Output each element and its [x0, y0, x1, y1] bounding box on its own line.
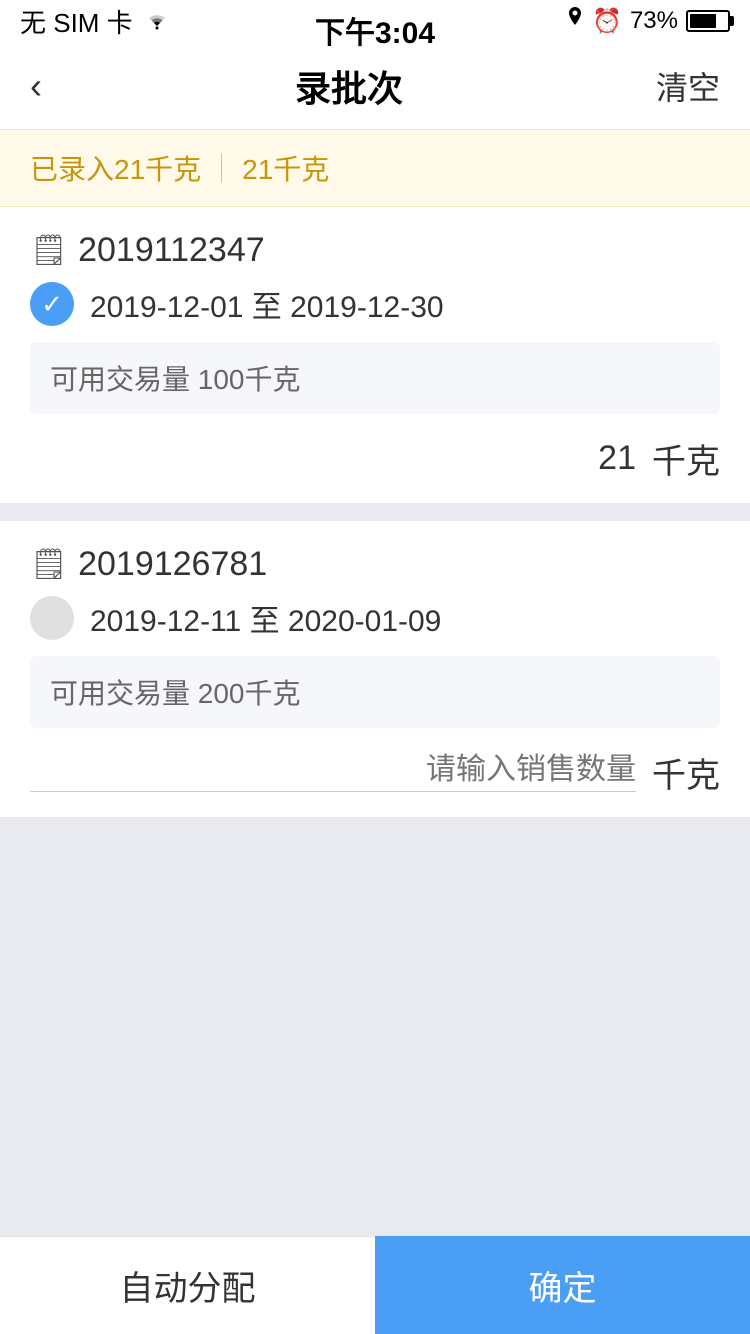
batch-doc-icon-1: 🗒: [30, 233, 68, 268]
batch-doc-icon-2: 🗒: [30, 547, 68, 582]
check-mark-1: ✓: [41, 291, 63, 317]
content-area: 已录入21千克 21千克 🗒 2019112347 ✓ 2019-12-01 至…: [0, 130, 750, 1236]
status-right: ⏰ 73%: [566, 7, 730, 36]
batch-header-2: 🗒 2019126781: [30, 545, 720, 584]
bottom-bar: 自动分配 确定: [0, 1236, 750, 1334]
confirm-label: 确定: [529, 1261, 597, 1310]
recorded-label: 已录入21千克: [30, 148, 201, 188]
batch-item-2: 🗒 2019126781 2019-12-11 至 2020-01-09 可用交…: [0, 521, 750, 728]
battery-icon: [686, 10, 730, 32]
batch-item-1: 🗒 2019112347 ✓ 2019-12-01 至 2019-12-30 可…: [0, 207, 750, 414]
info-banner: 已录入21千克 21千克: [0, 130, 750, 207]
battery-percent: 73%: [630, 7, 678, 35]
page-title: 录批次: [295, 60, 403, 112]
nav-bar: ‹ 录批次 清空: [0, 42, 750, 130]
gray-area: [0, 817, 750, 1236]
batch-header-1: 🗒 2019112347: [30, 231, 720, 270]
input-field-wrapper-2: 千克: [30, 748, 720, 797]
amount-unit-1: 千克: [652, 434, 720, 483]
batch-check-1[interactable]: ✓: [30, 282, 74, 326]
status-bar: 无 SIM 卡 下午3:04 ⏰ 73%: [0, 0, 750, 42]
batch-check-2[interactable]: [30, 596, 74, 640]
batch-date-row-2: 2019-12-11 至 2020-01-09: [30, 596, 720, 640]
batch-available-2: 可用交易量 200千克: [30, 656, 720, 728]
sales-quantity-input[interactable]: [30, 753, 636, 792]
status-left: 无 SIM 卡: [20, 3, 171, 40]
batch-id-2: 2019126781: [78, 545, 267, 584]
batch-available-text-1: 可用交易量 100千克: [50, 364, 301, 395]
input-unit-2: 千克: [652, 748, 720, 797]
carrier-text: 无 SIM 卡: [20, 3, 133, 40]
info-divider: [221, 154, 222, 182]
recorded-amount: 21千克: [242, 148, 329, 188]
amount-row-1: 21 千克: [0, 414, 750, 505]
confirm-button[interactable]: 确定: [375, 1236, 750, 1334]
input-row-2: 千克: [0, 728, 750, 817]
batch-available-1: 可用交易量 100千克: [30, 342, 720, 414]
auto-distribute-button[interactable]: 自动分配: [0, 1236, 375, 1334]
status-time: 下午3:04: [315, 8, 435, 52]
amount-value-1: 21: [598, 439, 636, 478]
auto-distribute-label: 自动分配: [120, 1261, 256, 1310]
batch-id-1: 2019112347: [78, 231, 265, 270]
batch-date-1: 2019-12-01 至 2019-12-30: [90, 282, 444, 326]
clear-button[interactable]: 清空: [656, 63, 720, 109]
back-button[interactable]: ‹: [30, 65, 42, 107]
batch-separator: [0, 505, 750, 521]
alarm-icon: ⏰: [592, 7, 622, 36]
batch-date-row-1: ✓ 2019-12-01 至 2019-12-30: [30, 282, 720, 326]
location-icon: [566, 7, 584, 36]
batch-date-2: 2019-12-11 至 2020-01-09: [90, 596, 441, 640]
batch-available-text-2: 可用交易量 200千克: [50, 678, 301, 709]
wifi-icon: [143, 6, 171, 37]
